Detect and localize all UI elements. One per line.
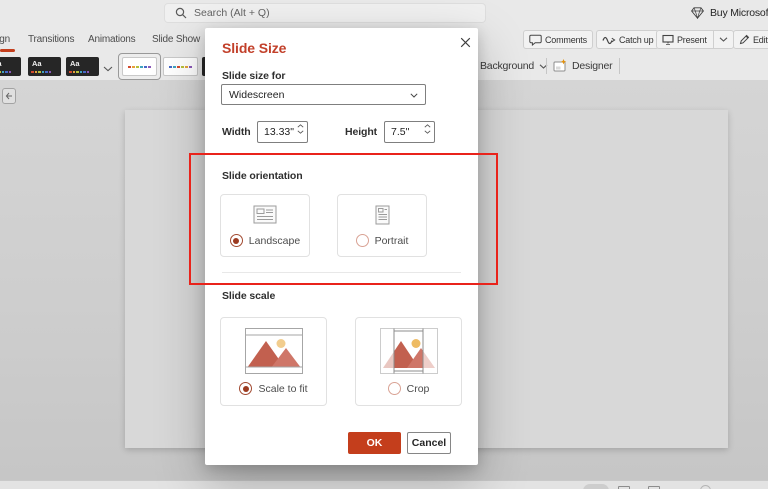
chevron-down-icon — [297, 130, 304, 134]
status-pill[interactable] — [583, 484, 609, 489]
scale-to-fit-image-icon — [221, 328, 326, 374]
annotation-rectangle — [189, 153, 498, 285]
variant-thumbnail[interactable] — [163, 57, 198, 76]
present-icon — [662, 34, 674, 45]
comment-icon — [529, 34, 542, 46]
pencil-icon — [739, 34, 750, 45]
tab-slide-show[interactable]: Slide Show — [152, 34, 200, 45]
designer-button[interactable]: Designer — [553, 59, 613, 72]
tab-transitions[interactable]: Transitions — [28, 34, 75, 45]
tab-animations[interactable]: Animations — [88, 34, 136, 45]
ok-button[interactable]: OK — [348, 432, 401, 454]
search-input[interactable]: Search (Alt + Q) — [164, 3, 486, 23]
cancel-button[interactable]: Cancel — [407, 432, 451, 454]
theme-thumbnail[interactable]: Aa — [28, 57, 61, 76]
catch-up-icon — [602, 36, 616, 44]
present-button[interactable]: Present — [656, 30, 734, 49]
status-bar — [0, 480, 768, 489]
active-tab-underline — [0, 49, 15, 52]
chevron-down-icon — [719, 37, 727, 42]
tab-design[interactable]: Design — [0, 34, 10, 45]
slide-size-for-label: Slide size for — [222, 70, 286, 82]
background-button[interactable]: Background — [480, 60, 548, 72]
crop-radio[interactable] — [387, 382, 401, 395]
gem-icon — [691, 7, 704, 19]
comments-button[interactable]: Comments — [523, 30, 593, 49]
powerpoint-web-app: Search (Alt + Q) Buy Microsoft Design Tr… — [0, 0, 768, 489]
height-stepper[interactable]: 7.5" — [384, 121, 435, 143]
scale-to-fit-option[interactable]: Scale to fit — [220, 317, 327, 406]
back-button[interactable] — [2, 88, 16, 104]
theme-thumbnail[interactable]: Aa — [0, 57, 21, 76]
chevron-up-icon — [424, 124, 431, 128]
theme-gallery-chevron[interactable] — [103, 63, 113, 75]
catch-up-button[interactable]: Catch up — [596, 30, 660, 49]
width-label: Width — [222, 126, 251, 138]
designer-icon — [553, 59, 567, 72]
chevron-down-icon — [424, 130, 431, 134]
variant-thumbnail-selected[interactable] — [118, 53, 161, 80]
chevron-down-icon — [410, 93, 418, 98]
height-label: Height — [345, 126, 378, 138]
zoom-icon[interactable] — [700, 485, 711, 489]
crop-image-icon — [356, 328, 461, 374]
theme-thumbnail[interactable]: Aa — [66, 57, 99, 76]
left-arrow-icon — [5, 92, 12, 100]
close-icon[interactable] — [454, 31, 476, 53]
search-placeholder: Search (Alt + Q) — [194, 7, 270, 19]
dialog-title: Slide Size — [222, 40, 287, 56]
width-stepper[interactable]: 13.33" — [257, 121, 308, 143]
present-dropdown[interactable] — [712, 31, 733, 48]
crop-option[interactable]: Crop — [355, 317, 462, 406]
chevron-up-icon — [297, 124, 304, 128]
scale-to-fit-radio[interactable] — [239, 382, 253, 395]
slide-scale-label: Slide scale — [222, 290, 276, 302]
search-icon — [175, 7, 187, 19]
editing-button[interactable]: Editing — [733, 30, 768, 49]
slide-size-dropdown[interactable]: Widescreen — [221, 84, 426, 105]
buy-microsoft-button[interactable]: Buy Microsoft — [691, 0, 768, 26]
